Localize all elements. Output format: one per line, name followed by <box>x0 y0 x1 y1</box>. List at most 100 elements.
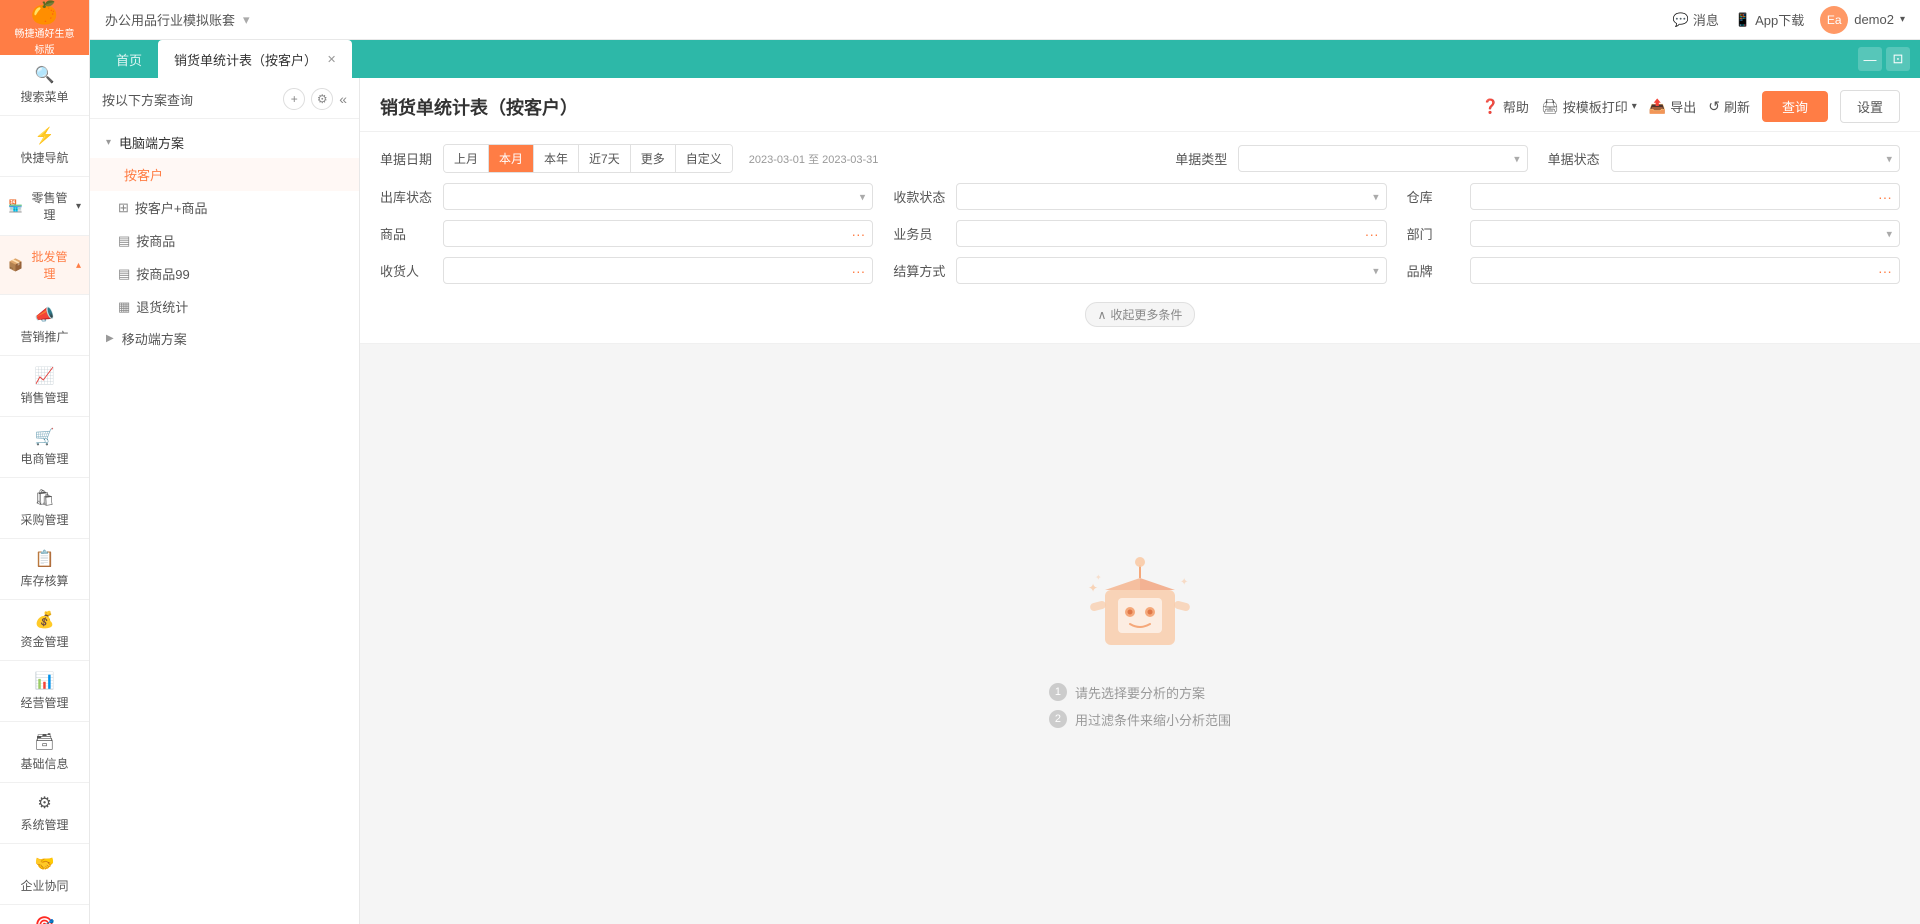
date-btn-custom[interactable]: 自定义 <box>676 145 732 172</box>
tab-home[interactable]: 首页 <box>100 40 158 78</box>
goods-dots-btn[interactable]: ··· <box>847 226 869 242</box>
date-btn-this-month[interactable]: 本月 <box>489 145 534 172</box>
by-goods-99-label: 按商品99 <box>136 264 189 283</box>
collapse-filter-btn[interactable]: ∧ 收起更多条件 <box>1085 302 1196 327</box>
order-status-select[interactable] <box>1611 145 1900 172</box>
user-menu[interactable]: Ea demo2 ▾ <box>1820 6 1905 34</box>
settings-scheme-btn[interactable]: ⚙ <box>311 88 333 110</box>
brand-label: 品牌 <box>1407 261 1462 280</box>
collapse-up-icon: ∧ <box>1098 308 1107 322</box>
tab-maximize-btn[interactable]: ⊡ <box>1886 47 1910 71</box>
tab-minimize-btn[interactable]: — <box>1858 47 1882 71</box>
chevron-down-icon: ▾ <box>76 201 81 212</box>
help-btn[interactable]: ❓ 帮助 <box>1481 97 1528 116</box>
help-icon: ❓ <box>1481 98 1498 115</box>
brand-dots-btn[interactable]: ··· <box>1874 263 1896 279</box>
date-btn-this-year[interactable]: 本年 <box>534 145 579 172</box>
tree-item-by-goods[interactable]: ▤ 按商品 <box>90 224 359 257</box>
settlement-select[interactable] <box>956 257 1386 284</box>
salesperson-dots-btn[interactable]: ··· <box>1361 226 1383 242</box>
receipt-select[interactable] <box>956 183 1386 210</box>
sidebar-item-retail[interactable]: 🏪 零售管理 ▾ <box>0 177 89 236</box>
sidebar-item-label: 采购管理 <box>20 511 68 528</box>
template-print-dropdown-icon: ▾ <box>1632 101 1637 112</box>
panel-collapse-btn[interactable]: « <box>339 91 347 107</box>
tree-item-by-goods-99[interactable]: ▤ 按商品99 <box>90 257 359 290</box>
sidebar-item-system[interactable]: ⚙ 系统管理 <box>0 783 89 844</box>
salesperson-input[interactable] <box>956 220 1386 247</box>
date-range-text: 2023-03-01 至 2023-03-31 <box>741 151 887 167</box>
help-label: 帮助 <box>1503 97 1529 116</box>
sidebar-item-inventory[interactable]: 📋 库存核算 <box>0 539 89 600</box>
sidebar-item-ecommerce[interactable]: 🛒 电商管理 <box>0 417 89 478</box>
date-btn-7days[interactable]: 近7天 <box>579 145 631 172</box>
workspace-name: 办公用品行业模拟账套 <box>105 10 235 29</box>
warehouse-input[interactable] <box>1470 183 1900 210</box>
export-label: 导出 <box>1670 97 1696 116</box>
goods-input[interactable] <box>443 220 873 247</box>
sidebar-item-label: 企业协同 <box>20 877 68 894</box>
message-btn[interactable]: 💬 消息 <box>1673 10 1719 29</box>
desktop-scheme-label: 电脑端方案 <box>119 133 184 152</box>
template-print-btn[interactable]: 🖨 按模板打印 ▾ <box>1541 97 1637 116</box>
filter-item-recipient: 收货人 ··· <box>380 257 873 284</box>
date-btn-more[interactable]: 更多 <box>631 145 676 172</box>
add-scheme-btn[interactable]: + <box>283 88 305 110</box>
template-print-label: 按模板打印 <box>1563 97 1628 116</box>
recipient-dots-btn[interactable]: ··· <box>847 263 869 279</box>
app-download-btn[interactable]: 📱 App下载 <box>1735 10 1804 29</box>
sidebar-item-label: 资金管理 <box>20 633 68 650</box>
sidebar-item-label: 快捷导航 <box>20 149 68 166</box>
order-type-select[interactable] <box>1238 145 1527 172</box>
sidebar-item-operations[interactable]: 📊 经营管理 <box>0 661 89 722</box>
tree-item-by-customer[interactable]: 按客户 <box>90 158 359 191</box>
system-icon: ⚙ <box>37 793 51 813</box>
refresh-icon: ↺ <box>1708 98 1720 115</box>
wholesale-icon: 📦 <box>8 258 23 272</box>
filter-row-3: 商品 ··· 业务员 ··· 部门 <box>380 220 1900 247</box>
query-btn[interactable]: 查询 <box>1762 91 1828 122</box>
dept-select-wrapper <box>1470 220 1900 247</box>
tab-sales-stats[interactable]: 销货单统计表（按客户） ✕ <box>158 40 352 78</box>
right-panel: 销货单统计表（按客户） ❓ 帮助 🖨 按模板打印 ▾ 📤 导出 <box>360 78 1920 924</box>
brand-control: ··· <box>1470 257 1900 284</box>
filter-item-dept: 部门 <box>1407 220 1900 247</box>
left-panel-title: 按以下方案查询 <box>102 90 193 109</box>
stock-out-select[interactable] <box>443 183 873 210</box>
tab-close-btn[interactable]: ✕ <box>327 53 336 66</box>
brand-input[interactable] <box>1470 257 1900 284</box>
sidebar-item-new-user[interactable]: 🎯 新手引导 <box>0 905 89 924</box>
dept-select[interactable] <box>1470 220 1900 247</box>
topbar-left: 办公用品行业模拟账套 ▾ <box>105 10 250 29</box>
warehouse-dots-btn[interactable]: ··· <box>1874 189 1896 205</box>
refresh-btn[interactable]: ↺ 刷新 <box>1708 97 1750 116</box>
order-status-label: 单据状态 <box>1548 149 1603 168</box>
plus-icon: + <box>291 92 298 106</box>
sidebar-item-basics[interactable]: 🗃 基础信息 <box>0 722 89 783</box>
filter-row-1: 单据日期 上月 本月 本年 近7天 更多 自定义 2023-03-01 至 20… <box>380 144 1900 173</box>
settings-btn[interactable]: 设置 <box>1840 90 1900 123</box>
tree-item-return-stats[interactable]: ▦ 退货统计 <box>90 290 359 323</box>
date-btn-last-month[interactable]: 上月 <box>444 145 489 172</box>
sidebar-item-enterprise-collab[interactable]: 🤝 企业协同 <box>0 844 89 905</box>
tree-desktop-parent[interactable]: ▾ 电脑端方案 <box>90 127 359 158</box>
export-btn[interactable]: 📤 导出 <box>1649 97 1696 116</box>
sidebar-item-wholesale[interactable]: 📦 批发管理 ▴ <box>0 236 89 295</box>
tabbar: 首页 销货单统计表（按客户） ✕ — ⊡ <box>90 40 1920 78</box>
sidebar-item-quick-nav[interactable]: ⚡ 快捷导航 <box>0 116 89 177</box>
sidebar-item-marketing[interactable]: 📣 营销推广 <box>0 295 89 356</box>
recipient-input[interactable] <box>443 257 873 284</box>
sales-icon: 📈 <box>35 366 55 386</box>
sidebar-item-search-menu[interactable]: 🔍 搜索菜单 <box>0 55 89 116</box>
workspace-dropdown-icon[interactable]: ▾ <box>243 12 250 28</box>
tree-item-by-customer-goods[interactable]: ⊞ 按客户+商品 <box>90 191 359 224</box>
operations-icon: 📊 <box>35 671 55 691</box>
sidebar-item-purchase[interactable]: 🛍 采购管理 <box>0 478 89 539</box>
tree-mobile-parent[interactable]: ▶ 移动端方案 <box>90 323 359 354</box>
sidebar-item-sales[interactable]: 📈 销售管理 <box>0 356 89 417</box>
sidebar-item-finance[interactable]: 💰 资金管理 <box>0 600 89 661</box>
filter-item-date: 单据日期 上月 本月 本年 近7天 更多 自定义 2023-03-01 至 20… <box>380 144 1155 173</box>
filter-item-salesperson: 业务员 ··· <box>893 220 1386 247</box>
page-title: 销货单统计表（按客户） <box>380 94 578 120</box>
avatar: Ea <box>1820 6 1848 34</box>
